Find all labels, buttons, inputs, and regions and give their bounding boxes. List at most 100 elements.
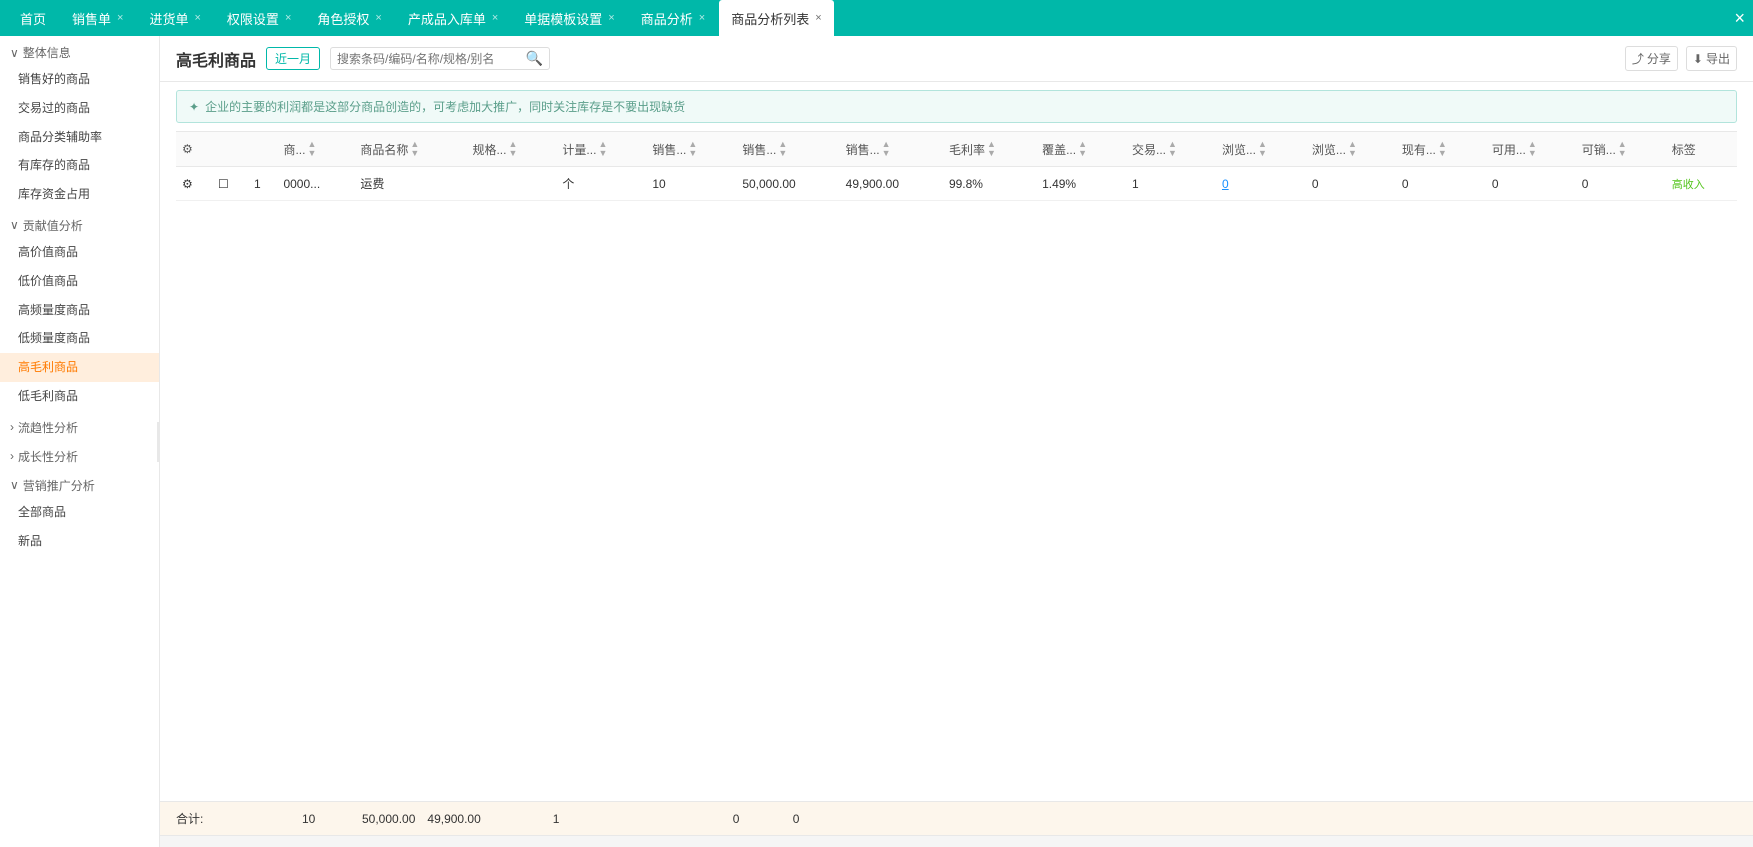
nav-tab-home[interactable]: 首页: [8, 0, 58, 36]
info-icon: ✦: [189, 100, 199, 114]
cell-tag[interactable]: 高收入: [1666, 167, 1737, 201]
nav-tab-analysis[interactable]: 商品分析×: [629, 0, 717, 36]
col-header-trade_count[interactable]: 交易...▲▼: [1126, 132, 1216, 167]
sort-icon-trade_count[interactable]: ▲▼: [1168, 140, 1177, 158]
cell-coverage: 1.49%: [1036, 167, 1126, 201]
cell-current_stock: 0: [1396, 167, 1486, 201]
cell-browse2: 0: [1306, 167, 1396, 201]
sidebar-section-marketing-analysis[interactable]: ∨营销推广分析: [0, 469, 159, 498]
nav-tab-role[interactable]: 角色授权×: [305, 0, 393, 36]
sidebar-section-trend-analysis[interactable]: › 流趋性分析: [0, 411, 159, 440]
sort-icon-available_stock[interactable]: ▲▼: [1528, 140, 1537, 158]
sort-icon-current_stock[interactable]: ▲▼: [1438, 140, 1447, 158]
search-input[interactable]: [337, 52, 522, 66]
cell-sku_code: 0000...: [277, 167, 354, 201]
sidebar: « ∨整体信息销售好的商品交易过的商品商品分类辅助率有库存的商品库存资金占用∨贡…: [0, 36, 160, 847]
search-icon[interactable]: 🔍: [526, 50, 543, 67]
nav-tab-sales[interactable]: 销售单×: [60, 0, 135, 36]
nav-tab-permission[interactable]: 权限设置×: [215, 0, 303, 36]
footer-cell-8: 0: [727, 812, 787, 826]
sidebar-item-hot-goods[interactable]: 销售好的商品: [0, 65, 159, 94]
sort-icon-margin_rate[interactable]: ▲▼: [987, 140, 996, 158]
col-header-available_stock[interactable]: 可用...▲▼: [1486, 132, 1576, 167]
col-header-browse1[interactable]: 浏览...▲▼: [1216, 132, 1306, 167]
col-header-sku_code[interactable]: 商...▲▼: [277, 132, 354, 167]
nav-tab-close-sales[interactable]: ×: [117, 12, 123, 24]
sidebar-item-low-value[interactable]: 低价值商品: [0, 267, 159, 296]
sort-icon-sales_cost[interactable]: ▲▼: [882, 140, 891, 158]
sort-icon-sellable_stock[interactable]: ▲▼: [1618, 140, 1627, 158]
nav-tab-close-product-in[interactable]: ×: [492, 12, 498, 24]
close-all-icon[interactable]: ×: [1734, 8, 1745, 29]
sidebar-section-wealth-analysis[interactable]: ∨贡献值分析: [0, 209, 159, 238]
sidebar-item-inventory-ratio[interactable]: 库存资金占用: [0, 180, 159, 209]
nav-tab-template[interactable]: 单据模板设置×: [512, 0, 626, 36]
nav-tab-product-in[interactable]: 产成品入库单×: [396, 0, 510, 36]
col-header-sellable_stock[interactable]: 可销...▲▼: [1576, 132, 1666, 167]
col-header-sales_cost[interactable]: 销售...▲▼: [840, 132, 943, 167]
sort-icon-product_name[interactable]: ▲▼: [410, 140, 419, 158]
sort-icon-sku_code[interactable]: ▲▼: [307, 140, 316, 158]
sidebar-item-traded-goods[interactable]: 交易过的商品: [0, 94, 159, 123]
nav-tab-analysis-list[interactable]: 商品分析列表×: [719, 0, 833, 36]
sidebar-item-high-freq[interactable]: 高频量度商品: [0, 296, 159, 325]
sort-icon-coverage[interactable]: ▲▼: [1078, 140, 1087, 158]
search-wrap: 🔍: [330, 47, 550, 70]
sidebar-collapse-btn[interactable]: «: [157, 422, 160, 462]
share-icon: ⤴: [1632, 50, 1644, 67]
table-footer: 合计: 1050,000.0049,900.00100: [160, 801, 1753, 835]
nav-tab-close-analysis-list[interactable]: ×: [815, 12, 821, 24]
nav-tab-close-purchase[interactable]: ×: [194, 12, 200, 24]
arrow-icon: ›: [10, 420, 14, 434]
sidebar-section-overall[interactable]: ∨整体信息: [0, 36, 159, 65]
sort-icon-browse1[interactable]: ▲▼: [1258, 140, 1267, 158]
sidebar-item-new-goods[interactable]: 新品: [0, 527, 159, 556]
scrollbar-area[interactable]: [160, 835, 1753, 847]
col-header-sales_qty[interactable]: 销售...▲▼: [646, 132, 736, 167]
col-header-product_name[interactable]: 商品名称▲▼: [354, 132, 466, 167]
sidebar-item-in-stock[interactable]: 有库存的商品: [0, 151, 159, 180]
sort-icon-sales_amount[interactable]: ▲▼: [778, 140, 787, 158]
sidebar-section-growth-analysis[interactable]: ›成长性分析: [0, 440, 159, 469]
sidebar-item-high-margin[interactable]: 高毛利商品: [0, 353, 159, 382]
sidebar-item-low-margin[interactable]: 低毛利商品: [0, 382, 159, 411]
section-label: 营销推广分析: [23, 477, 95, 494]
col-header-spec[interactable]: 规格...▲▼: [466, 132, 556, 167]
nav-tab-close-template[interactable]: ×: [608, 12, 614, 24]
export-button[interactable]: ⬇ 导出: [1686, 46, 1737, 71]
nav-tab-close-analysis[interactable]: ×: [699, 12, 705, 24]
footer-cell-5: 1: [547, 812, 607, 826]
tag-badge: 高收入: [1672, 179, 1705, 191]
sort-icon-spec[interactable]: ▲▼: [508, 140, 517, 158]
sort-icon-sales_qty[interactable]: ▲▼: [688, 140, 697, 158]
cell-browse1[interactable]: 0: [1216, 167, 1306, 201]
nav-tab-close-permission[interactable]: ×: [285, 12, 291, 24]
sidebar-item-sales-assist[interactable]: 商品分类辅助率: [0, 123, 159, 152]
info-banner: ✦ 企业的主要的利润都是这部分商品创造的，可考虑加大推广，同时关注库存是不要出现…: [176, 90, 1737, 123]
cell-sellable_stock: 0: [1576, 167, 1666, 201]
info-text: 企业的主要的利润都是这部分商品创造的，可考虑加大推广，同时关注库存是不要出现缺货: [205, 98, 685, 115]
sidebar-item-high-value[interactable]: 高价值商品: [0, 238, 159, 267]
col-header-unit[interactable]: 计量...▲▼: [556, 132, 646, 167]
nav-tab-purchase[interactable]: 进货单×: [137, 0, 212, 36]
footer-cell-3: 49,900.00: [421, 812, 486, 826]
col-header-sales_amount[interactable]: 销售...▲▼: [736, 132, 839, 167]
cell-sales_amount: 50,000.00: [736, 167, 839, 201]
browse-link[interactable]: 0: [1222, 177, 1229, 191]
time-filter-button[interactable]: 近一月: [266, 47, 320, 70]
col-header-browse2[interactable]: 浏览...▲▼: [1306, 132, 1396, 167]
footer-cell-10: [847, 812, 907, 826]
section-label: 流趋性分析: [18, 419, 78, 436]
cell-trade_count: 1: [1126, 167, 1216, 201]
share-button[interactable]: ⤴ 分享: [1625, 46, 1678, 71]
sort-icon-browse2[interactable]: ▲▼: [1348, 140, 1357, 158]
sidebar-item-low-freq[interactable]: 低频量度商品: [0, 324, 159, 353]
col-header-coverage[interactable]: 覆盖...▲▼: [1036, 132, 1126, 167]
col-header-current_stock[interactable]: 现有...▲▼: [1396, 132, 1486, 167]
content-area: 高毛利商品 近一月 🔍 ⤴ 分享 ⬇ 导出 ✦ 企业的主要的利润都是这部分商品创…: [160, 36, 1753, 847]
cell-checkbox: ☐: [212, 167, 248, 201]
nav-tab-close-role[interactable]: ×: [375, 12, 381, 24]
sort-icon-unit[interactable]: ▲▼: [598, 140, 607, 158]
col-header-margin_rate[interactable]: 毛利率▲▼: [943, 132, 1036, 167]
sidebar-item-all-goods[interactable]: 全部商品: [0, 498, 159, 527]
